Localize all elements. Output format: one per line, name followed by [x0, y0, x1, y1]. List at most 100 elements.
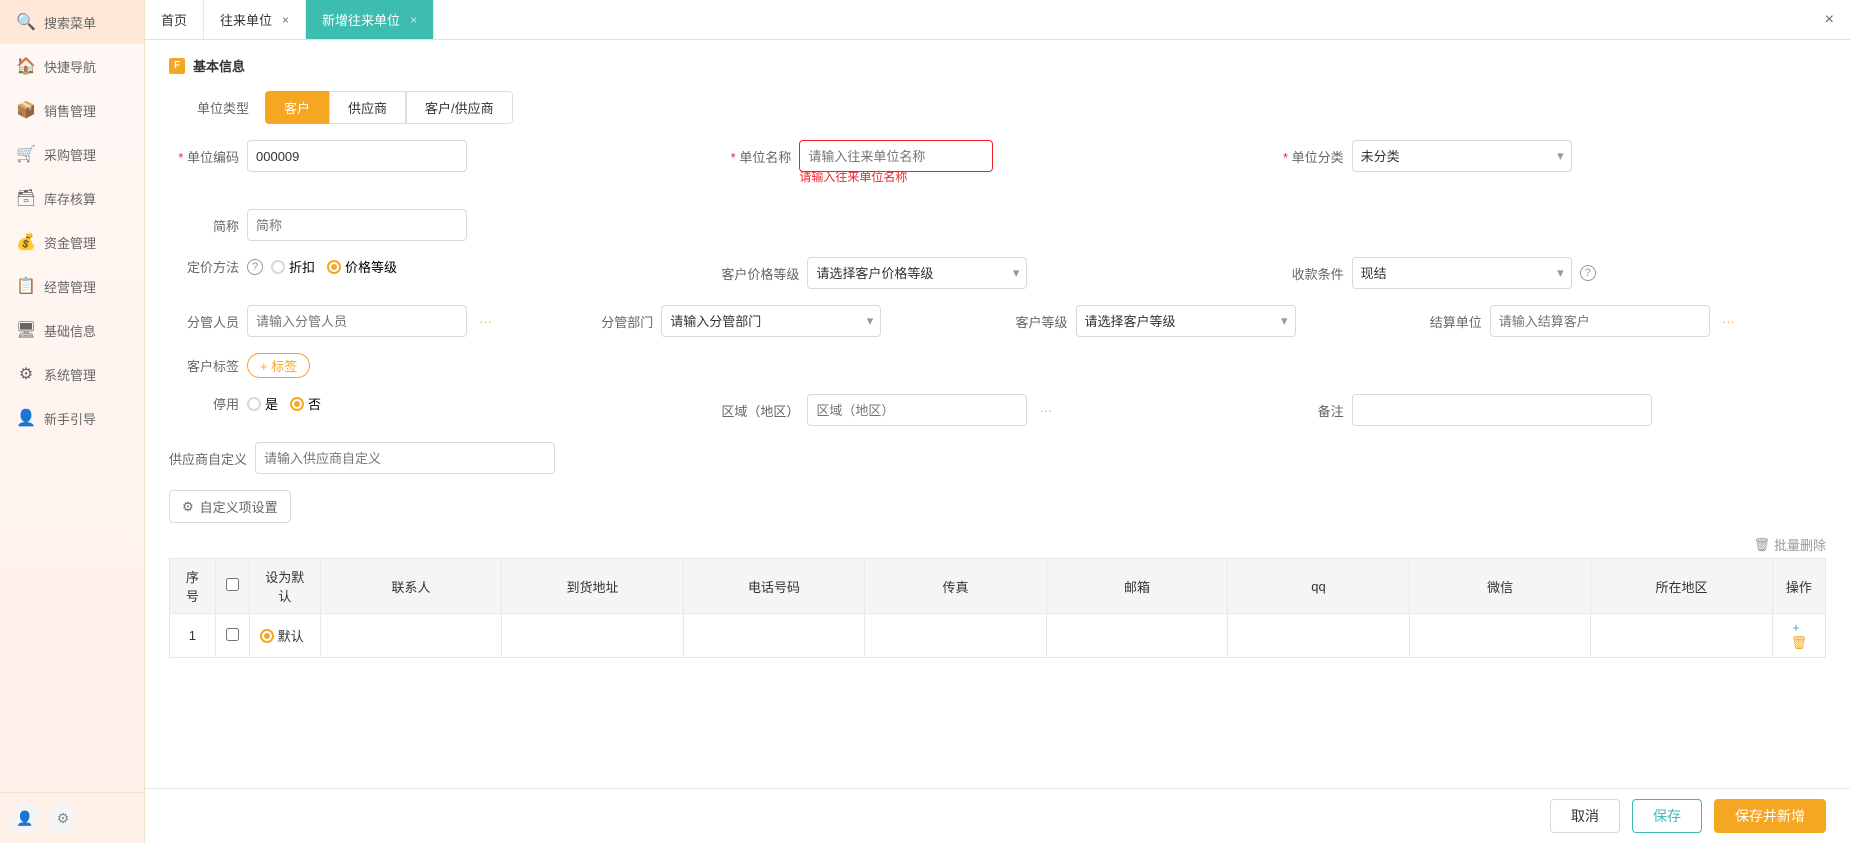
unit-code-label: 单位编码	[169, 147, 239, 166]
sidebar-avatar[interactable]: 👤	[10, 803, 40, 833]
row-tags: 客户标签 + 标签	[169, 353, 1826, 378]
select-all-checkbox[interactable]	[226, 578, 239, 591]
td-no: 1	[170, 614, 216, 658]
btn-customer-supplier[interactable]: 客户/供应商	[406, 91, 513, 124]
customer-price-level-select[interactable]: 请选择客户价格等级	[807, 257, 1027, 289]
fax-input[interactable]	[875, 628, 1035, 643]
manager-input[interactable]	[247, 305, 467, 337]
td-wechat[interactable]	[1409, 614, 1590, 658]
sidebar-item-system[interactable]: ⚙ 系统管理	[0, 352, 144, 396]
settlement-unit-input[interactable]	[1490, 305, 1710, 337]
tab-bar-close[interactable]: ×	[1809, 0, 1850, 39]
btn-supplier[interactable]: 供应商	[329, 91, 406, 124]
tab-label: 首页	[161, 10, 187, 29]
btn-customer[interactable]: 客户	[265, 91, 329, 124]
customer-price-level-select-wrap: 请选择客户价格等级 ▾	[807, 257, 1027, 289]
td-region[interactable]	[1591, 614, 1772, 658]
radio-discount[interactable]: 折扣	[271, 257, 315, 276]
payment-terms-select[interactable]: 现结	[1352, 257, 1572, 289]
sidebar-item-inventory[interactable]: 🗃 库存核算	[0, 176, 144, 220]
settlement-unit-more-btn[interactable]: ···	[1718, 314, 1739, 329]
td-address[interactable]	[502, 614, 683, 658]
sidebar-item-operations[interactable]: 📋 经营管理	[0, 264, 144, 308]
cancel-button[interactable]: 取消	[1550, 799, 1620, 833]
save-new-button[interactable]: 保存并新增	[1714, 799, 1826, 833]
contact-input[interactable]	[331, 628, 491, 643]
region-more-btn[interactable]: ···	[1035, 403, 1056, 418]
field-pricing-method: 定价方法 ? 折扣 价格等级	[169, 257, 721, 276]
field-unit-name: 单位名称 请输入往来单位名称	[721, 140, 1273, 193]
radio-price-level[interactable]: 价格等级	[327, 257, 397, 276]
delete-row-btn[interactable]: 🗑	[1791, 635, 1808, 650]
row-region-input[interactable]	[1601, 628, 1761, 643]
field-customer-level: 客户等级 请选择客户等级 ▾	[998, 305, 1412, 337]
customer-level-select[interactable]: 请选择客户等级	[1076, 305, 1296, 337]
tab-close-unit-list[interactable]: ×	[282, 13, 289, 27]
wechat-input[interactable]	[1420, 628, 1580, 643]
remarks-label: 备注	[1274, 401, 1344, 420]
sidebar-item-guide[interactable]: 👤 新手引导	[0, 396, 144, 440]
td-fax[interactable]	[865, 614, 1046, 658]
tab-new-unit[interactable]: 新增往来单位 ×	[306, 0, 434, 39]
radio-no[interactable]: 否	[290, 394, 321, 413]
field-unit-code: 单位编码	[169, 140, 721, 172]
pricing-method-help[interactable]: ?	[247, 259, 263, 275]
row-manager: 分管人员 ··· 分管部门 请输入分管部门 ▾ 客户等级 请选择客户等级	[169, 305, 1826, 337]
address-input[interactable]	[512, 628, 672, 643]
sidebar-item-quicknav[interactable]: 🏠 快捷导航	[0, 44, 144, 88]
gear-icon: ⚙	[182, 499, 194, 515]
th-address: 到货地址	[502, 559, 683, 614]
delete-icon: 🗑	[1753, 537, 1770, 553]
sidebar-item-purchase[interactable]: 🛒 采购管理	[0, 132, 144, 176]
field-remarks: 备注	[1274, 394, 1826, 426]
supplier-custom-input[interactable]	[255, 442, 555, 474]
sidebar-item-search[interactable]: 🔍 搜索菜单	[0, 0, 144, 44]
sidebar-item-label: 系统管理	[44, 365, 96, 384]
home-icon: 🏠	[16, 56, 36, 76]
manager-more-btn[interactable]: ···	[475, 314, 496, 329]
th-action: 操作	[1772, 559, 1825, 614]
default-radio-circle	[260, 629, 274, 643]
section-title-label: 基本信息	[193, 56, 245, 75]
td-contact[interactable]	[320, 614, 501, 658]
department-select[interactable]: 请输入分管部门	[661, 305, 881, 337]
add-tag-btn[interactable]: + 标签	[247, 353, 310, 378]
short-name-input[interactable]	[247, 209, 467, 241]
remarks-input[interactable]	[1352, 394, 1652, 426]
save-button[interactable]: 保存	[1632, 799, 1702, 833]
sidebar-item-label: 新手引导	[44, 409, 96, 428]
purchase-icon: 🛒	[16, 144, 36, 164]
phone-input[interactable]	[694, 628, 854, 643]
radio-yes[interactable]: 是	[247, 394, 278, 413]
radio-yes-label: 是	[265, 394, 278, 413]
region-input[interactable]	[807, 394, 1027, 426]
field-payment-terms: 收款条件 现结 ▾ ?	[1274, 257, 1826, 289]
default-radio[interactable]: 默认	[260, 626, 310, 645]
td-email[interactable]	[1046, 614, 1227, 658]
row-checkbox[interactable]	[226, 628, 239, 641]
tags-label: 客户标签	[169, 356, 239, 375]
sidebar-item-sales[interactable]: 📦 销售管理	[0, 88, 144, 132]
sidebar-item-finance[interactable]: 💰 资金管理	[0, 220, 144, 264]
td-qq[interactable]	[1228, 614, 1410, 658]
custom-settings-btn[interactable]: ⚙ 自定义项设置	[169, 490, 291, 523]
sidebar-item-label: 基础信息	[44, 321, 96, 340]
sidebar-settings[interactable]: ⚙	[48, 803, 78, 833]
qq-input[interactable]	[1238, 628, 1399, 643]
tab-home[interactable]: 首页	[145, 0, 204, 39]
payment-terms-help[interactable]: ?	[1580, 265, 1596, 281]
sidebar-item-label: 库存核算	[44, 189, 96, 208]
default-label: 默认	[278, 626, 304, 645]
email-input[interactable]	[1057, 628, 1217, 643]
bulk-delete-label[interactable]: 批量删除	[1774, 535, 1826, 554]
unit-category-select[interactable]: 未分类	[1352, 140, 1572, 172]
sidebar-item-basic-info[interactable]: 🖥 基础信息	[0, 308, 144, 352]
tab-unit-list[interactable]: 往来单位 ×	[204, 0, 306, 39]
unit-code-input[interactable]	[247, 140, 467, 172]
tab-close-new-unit[interactable]: ×	[410, 13, 417, 27]
add-row-btn[interactable]: +	[1792, 620, 1800, 635]
sidebar-item-label: 经营管理	[44, 277, 96, 296]
field-customer-price-level: 客户价格等级 请选择客户价格等级 ▾	[721, 257, 1273, 289]
td-phone[interactable]	[683, 614, 864, 658]
th-no: 序号	[170, 559, 216, 614]
